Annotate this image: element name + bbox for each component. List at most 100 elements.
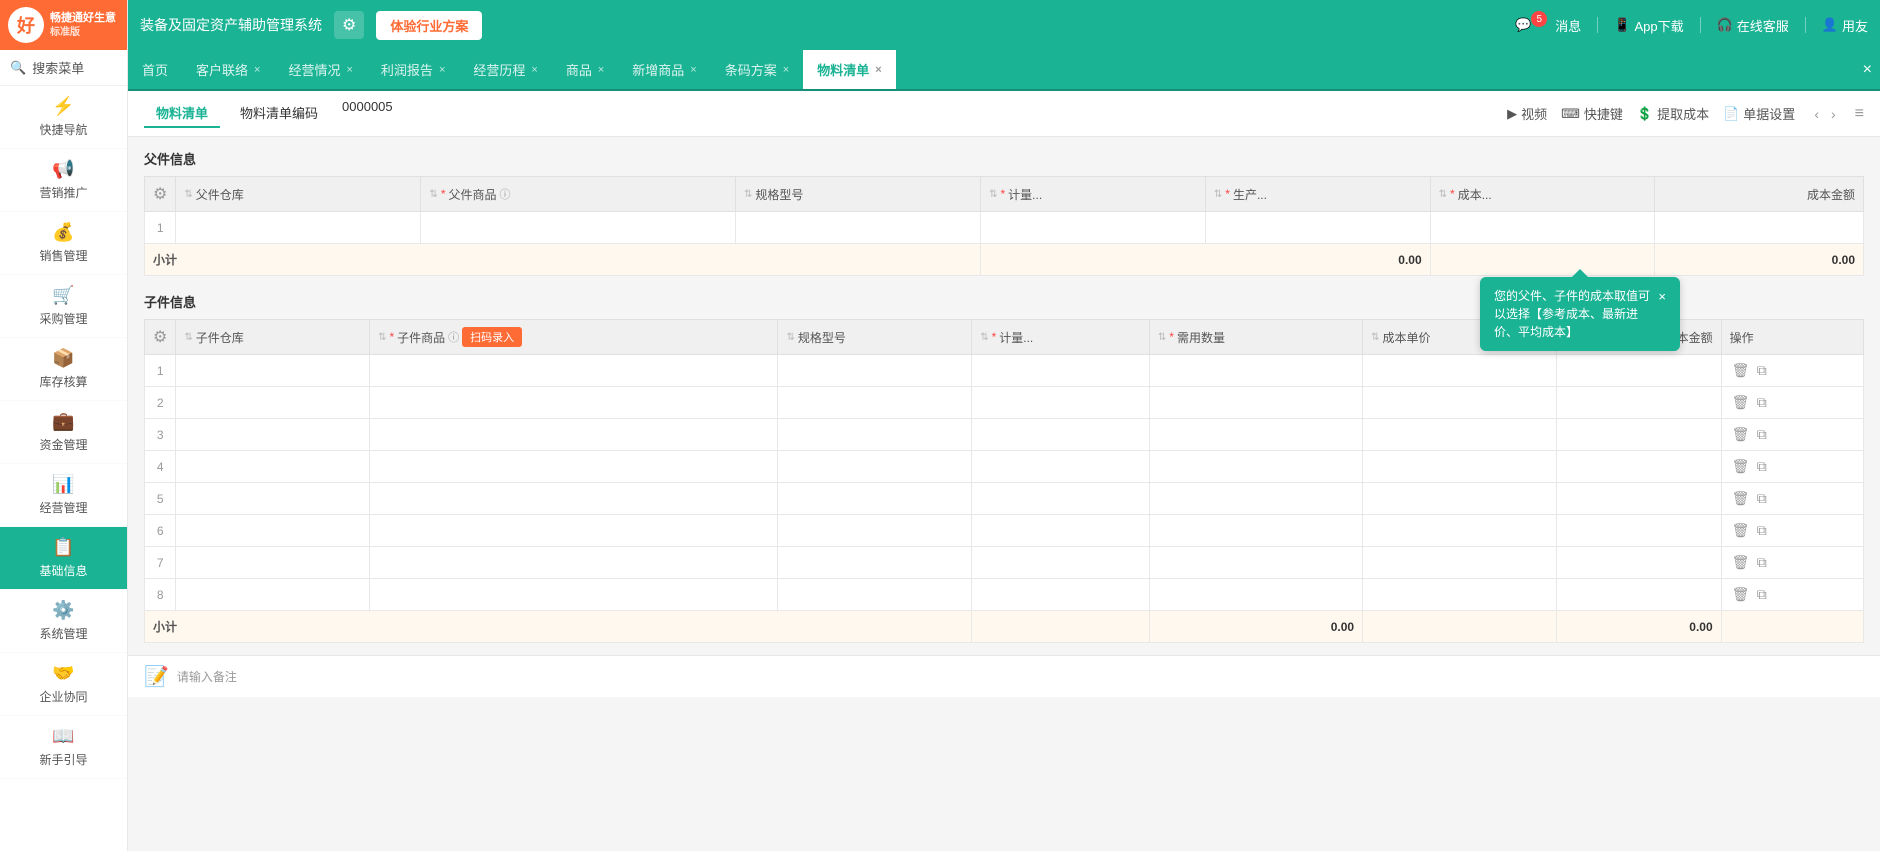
tab-product[interactable]: 商品 × [552,50,618,89]
child-row-product-3[interactable] [370,419,778,451]
view-button[interactable]: ▶ 视频 [1507,104,1547,123]
child-row-spec-2[interactable] [778,387,972,419]
menu-icon[interactable]: ≡ [1855,105,1864,123]
child-row-product-5[interactable] [370,483,778,515]
child-row-unit-cost-8[interactable] [1363,579,1557,611]
sidebar-item-marketing[interactable]: 📢 营销推广 [0,149,127,212]
child-row-unit-8[interactable] [972,579,1150,611]
close-customer-tab[interactable]: × [254,64,260,76]
message-button[interactable]: 💬 5 消息 [1515,16,1581,35]
child-row-qty-2[interactable] [1149,387,1362,419]
next-arrow[interactable]: › [1826,104,1841,124]
extract-cost-button[interactable]: 💲 提取成本 [1637,104,1709,123]
sidebar-item-guide[interactable]: 📖 新手引导 [0,716,127,779]
parent-row-spec[interactable] [736,212,981,244]
child-row-spec-7[interactable] [778,547,972,579]
tab-profit[interactable]: 利润报告 × [367,50,459,89]
child-settings-icon[interactable]: ⚙ [153,329,167,346]
child-row-qty-8[interactable] [1149,579,1362,611]
copy-row-2[interactable]: ⧉ [1757,394,1767,410]
copy-row-8[interactable]: ⧉ [1757,586,1767,602]
child-row-spec-8[interactable] [778,579,972,611]
child-row-warehouse-4[interactable] [176,451,370,483]
child-row-spec-4[interactable] [778,451,972,483]
child-row-product-8[interactable] [370,579,778,611]
search-menu[interactable]: 🔍 搜索菜单 [0,50,127,86]
sub-tab-bom-code[interactable]: 物料清单编码 [228,99,330,128]
prev-arrow[interactable]: ‹ [1809,104,1824,124]
child-row-unit-1[interactable] [972,355,1150,387]
close-all-button[interactable]: × [1855,53,1880,87]
child-row-qty-4[interactable] [1149,451,1362,483]
child-row-unit-7[interactable] [972,547,1150,579]
scan-input-button[interactable]: 扫码录入 [462,327,522,347]
sidebar-item-system[interactable]: ⚙️ 系统管理 [0,590,127,653]
child-row-unit-cost-6[interactable] [1363,515,1557,547]
child-row-spec-1[interactable] [778,355,972,387]
child-row-product-7[interactable] [370,547,778,579]
tab-bom[interactable]: 物料清单 × [803,50,895,89]
child-row-qty-1[interactable] [1149,355,1362,387]
sidebar-item-enterprise[interactable]: 🤝 企业协同 [0,653,127,716]
child-row-unit-cost-1[interactable] [1363,355,1557,387]
gear-button[interactable]: ⚙ [334,11,364,39]
sidebar-item-purchase[interactable]: 🛒 采购管理 [0,275,127,338]
child-row-warehouse-7[interactable] [176,547,370,579]
sidebar-item-sales[interactable]: 💰 销售管理 [0,212,127,275]
parent-row-unit[interactable] [981,212,1206,244]
child-row-unit-cost-2[interactable] [1363,387,1557,419]
child-row-unit-cost-7[interactable] [1363,547,1557,579]
child-row-unit-6[interactable] [972,515,1150,547]
copy-row-7[interactable]: ⧉ [1757,554,1767,570]
copy-row-3[interactable]: ⧉ [1757,426,1767,442]
close-barcode-tab[interactable]: × [783,64,789,76]
child-row-warehouse-3[interactable] [176,419,370,451]
close-product-tab[interactable]: × [598,64,604,76]
child-row-product-4[interactable] [370,451,778,483]
online-service-button[interactable]: 🎧 在线客服 [1717,16,1789,35]
tab-home[interactable]: 首页 [128,50,182,89]
tooltip-close-button[interactable]: × [1658,287,1666,307]
child-row-qty-6[interactable] [1149,515,1362,547]
delete-row-6[interactable]: 🗑 [1732,522,1750,538]
child-row-unit-5[interactable] [972,483,1150,515]
child-row-product-2[interactable] [370,387,778,419]
delete-row-4[interactable]: 🗑 [1732,458,1750,474]
child-row-qty-7[interactable] [1149,547,1362,579]
tab-operation-status[interactable]: 经营情况 × [274,50,366,89]
app-download-button[interactable]: 📱 App下载 [1614,16,1683,35]
child-row-unit-cost-5[interactable] [1363,483,1557,515]
close-bom-tab[interactable]: × [875,64,881,76]
child-row-product-1[interactable] [370,355,778,387]
child-row-unit-4[interactable] [972,451,1150,483]
tab-history[interactable]: 经营历程 × [459,50,551,89]
sidebar-item-operations[interactable]: 📊 经营管理 [0,464,127,527]
child-row-warehouse-6[interactable] [176,515,370,547]
single-setup-button[interactable]: 📄 单据设置 [1723,104,1795,123]
delete-row-7[interactable]: 🗑 [1732,554,1750,570]
parent-row-cost[interactable] [1430,212,1655,244]
sidebar-item-inventory[interactable]: 📦 库存核算 [0,338,127,401]
sub-tab-bom[interactable]: 物料清单 [144,99,220,128]
tab-new-product[interactable]: 新增商品 × [618,50,710,89]
child-row-unit-3[interactable] [972,419,1150,451]
parent-row-product[interactable] [421,212,736,244]
settings-icon[interactable]: ⚙ [153,186,167,203]
close-operation-tab[interactable]: × [346,64,352,76]
tab-barcode[interactable]: 条码方案 × [711,50,803,89]
child-row-warehouse-1[interactable] [176,355,370,387]
parent-row-warehouse[interactable] [176,212,421,244]
close-new-product-tab[interactable]: × [690,64,696,76]
delete-row-8[interactable]: 🗑 [1732,586,1750,602]
try-button[interactable]: 体验行业方案 [376,11,482,40]
sidebar-item-quick-nav[interactable]: ⚡ 快捷导航 [0,86,127,149]
user-button[interactable]: 👤 用友 [1822,16,1868,35]
delete-row-2[interactable]: 🗑 [1732,394,1750,410]
delete-row-5[interactable]: 🗑 [1732,490,1750,506]
copy-row-4[interactable]: ⧉ [1757,458,1767,474]
parent-row-produce[interactable] [1205,212,1430,244]
child-row-spec-6[interactable] [778,515,972,547]
close-profit-tab[interactable]: × [439,64,445,76]
child-row-qty-5[interactable] [1149,483,1362,515]
sidebar-item-finance[interactable]: 💼 资金管理 [0,401,127,464]
